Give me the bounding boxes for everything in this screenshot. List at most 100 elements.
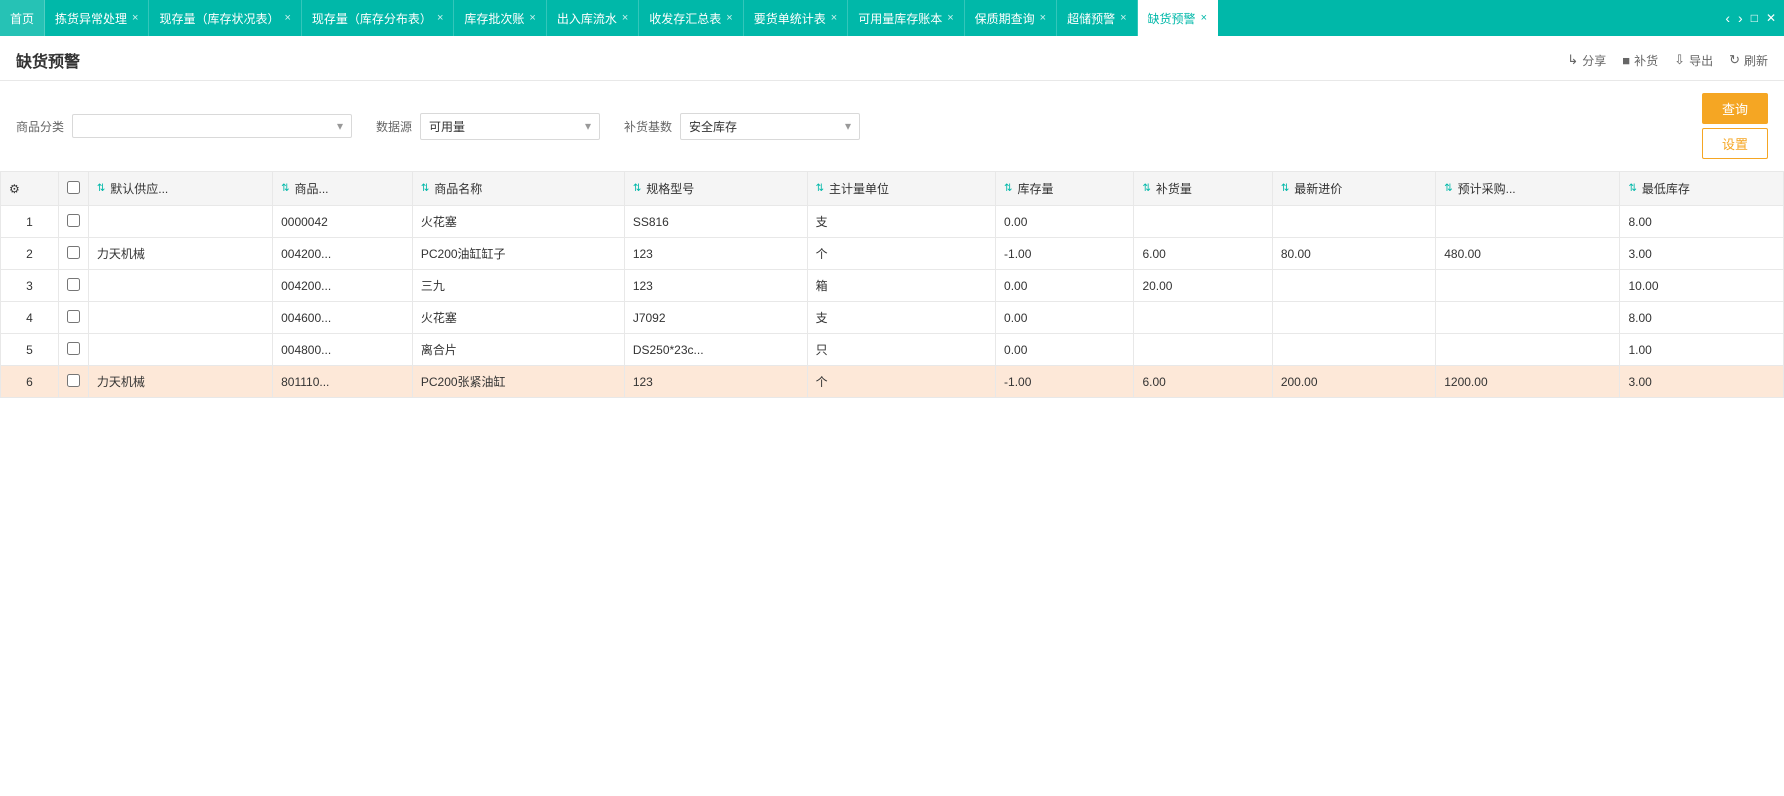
- tab-available[interactable]: 可用量库存账本 ×: [848, 0, 964, 36]
- row-checkbox-4[interactable]: [58, 302, 88, 334]
- row-unit-3: 箱: [807, 270, 995, 302]
- row-supplier-3: [88, 270, 272, 302]
- sort-icon-replenish-qty: ⇅: [1142, 183, 1150, 194]
- row-replenish-qty-2: 6.00: [1134, 238, 1272, 270]
- row-latest-price-6: 200.00: [1272, 366, 1435, 398]
- th-checkbox[interactable]: [58, 172, 88, 206]
- th-product-name[interactable]: ⇅ 商品名称: [412, 172, 624, 206]
- tab-close-requisition[interactable]: ×: [831, 12, 837, 24]
- tab-batch-account[interactable]: 库存批次账 ×: [454, 0, 546, 36]
- row-stock-5: 0.00: [996, 334, 1134, 366]
- row-min-stock-1: 8.00: [1620, 206, 1784, 238]
- tab-close-picking[interactable]: ×: [132, 12, 138, 24]
- tab-close-available[interactable]: ×: [947, 12, 953, 24]
- tab-close-shortage[interactable]: ×: [1201, 12, 1207, 24]
- query-button[interactable]: 查询: [1702, 93, 1768, 124]
- tab-close-inout-flow[interactable]: ×: [622, 12, 628, 24]
- tab-restore-icon[interactable]: □: [1747, 11, 1762, 25]
- tab-prev-icon[interactable]: ‹: [1721, 10, 1734, 26]
- gear-icon: ⚙: [9, 182, 20, 196]
- row-min-stock-3: 10.00: [1620, 270, 1784, 302]
- table-row: 1 0000042 火花塞 SS816 支 0.00 8.00: [1, 206, 1784, 238]
- row-replenish-qty-1: [1134, 206, 1272, 238]
- tab-home[interactable]: 首页: [0, 0, 45, 36]
- tab-close-inventory-status[interactable]: ×: [284, 12, 290, 24]
- row-product-code-6: 801110...: [273, 366, 413, 398]
- row-replenish-qty-4: [1134, 302, 1272, 334]
- row-product-name-4: 火花塞: [412, 302, 624, 334]
- row-checkbox-1[interactable]: [58, 206, 88, 238]
- tab-inventory-dist[interactable]: 现存量（库存分布表） ×: [302, 0, 454, 36]
- data-table: ⚙ ⇅ 默认供应... ⇅ 商品...: [0, 171, 1784, 398]
- row-supplier-6: 力天机械: [88, 366, 272, 398]
- row-latest-price-3: [1272, 270, 1435, 302]
- replenish-base-filter-group: 补货基数 安全库存 ▾: [624, 113, 860, 140]
- th-latest-price[interactable]: ⇅ 最新进价: [1272, 172, 1435, 206]
- row-checkbox-2[interactable]: [58, 238, 88, 270]
- datasource-filter-group: 数据源 可用量 ▾: [376, 113, 600, 140]
- tab-close-summary[interactable]: ×: [726, 12, 732, 24]
- row-spec-4: J7092: [624, 302, 807, 334]
- row-stock-4: 0.00: [996, 302, 1134, 334]
- export-button[interactable]: ⇩ 导出: [1674, 52, 1713, 69]
- row-estimated-purchase-5: [1436, 334, 1620, 366]
- th-min-stock[interactable]: ⇅ 最低库存: [1620, 172, 1784, 206]
- tab-close-overstock[interactable]: ×: [1120, 12, 1126, 24]
- tab-close-batch-account[interactable]: ×: [529, 12, 535, 24]
- th-gear[interactable]: ⚙: [1, 172, 59, 206]
- tab-close-all-icon[interactable]: ✕: [1762, 11, 1780, 25]
- replenish-icon: ■: [1622, 53, 1630, 68]
- tab-picking[interactable]: 拣货异常处理 ×: [45, 0, 149, 36]
- th-product-code[interactable]: ⇅ 商品...: [273, 172, 413, 206]
- category-filter-group: 商品分类 ▾: [16, 114, 352, 138]
- row-estimated-purchase-3: [1436, 270, 1620, 302]
- table-row: 4 004600... 火花塞 J7092 支 0.00 8.00: [1, 302, 1784, 334]
- row-replenish-qty-5: [1134, 334, 1272, 366]
- row-estimated-purchase-1: [1436, 206, 1620, 238]
- row-latest-price-2: 80.00: [1272, 238, 1435, 270]
- replenish-base-select[interactable]: 安全库存 ▾: [680, 113, 860, 140]
- row-spec-2: 123: [624, 238, 807, 270]
- row-checkbox-3[interactable]: [58, 270, 88, 302]
- row-checkbox-6[interactable]: [58, 366, 88, 398]
- tab-expiry[interactable]: 保质期查询 ×: [965, 0, 1057, 36]
- tab-inout-flow[interactable]: 出入库流水 ×: [547, 0, 639, 36]
- row-product-code-2: 004200...: [273, 238, 413, 270]
- sort-icon-spec: ⇅: [633, 183, 641, 194]
- th-spec[interactable]: ⇅ 规格型号: [624, 172, 807, 206]
- row-spec-1: SS816: [624, 206, 807, 238]
- tab-close-inventory-dist[interactable]: ×: [437, 12, 443, 24]
- th-estimated-purchase[interactable]: ⇅ 预计采购...: [1436, 172, 1620, 206]
- row-latest-price-5: [1272, 334, 1435, 366]
- select-all-checkbox[interactable]: [67, 181, 80, 194]
- th-replenish-qty[interactable]: ⇅ 补货量: [1134, 172, 1272, 206]
- tab-shortage[interactable]: 缺货预警 ×: [1138, 0, 1218, 36]
- sort-icon-min-stock: ⇅: [1628, 183, 1636, 194]
- table-row: 5 004800... 离合片 DS250*23c... 只 0.00 1.00: [1, 334, 1784, 366]
- page-header: 缺货预警 ↳ 分享 ■ 补货 ⇩ 导出 ↻ 刷新: [0, 36, 1784, 81]
- setting-button[interactable]: 设置: [1702, 128, 1768, 159]
- tab-summary[interactable]: 收发存汇总表 ×: [639, 0, 743, 36]
- tab-next-icon[interactable]: ›: [1734, 10, 1747, 26]
- tab-bar: 首页 拣货异常处理 × 现存量（库存状况表） × 现存量（库存分布表） × 库存…: [0, 0, 1784, 36]
- datasource-value: 可用量: [429, 118, 465, 135]
- table-row: 2 力天机械 004200... PC200油缸缸子 123 个 -1.00 6…: [1, 238, 1784, 270]
- row-spec-3: 123: [624, 270, 807, 302]
- tab-nav-buttons: ‹ › □ ✕: [1717, 10, 1784, 26]
- refresh-button[interactable]: ↻ 刷新: [1729, 52, 1768, 69]
- row-unit-1: 支: [807, 206, 995, 238]
- th-stock[interactable]: ⇅ 库存量: [996, 172, 1134, 206]
- th-unit[interactable]: ⇅ 主计量单位: [807, 172, 995, 206]
- tab-requisition[interactable]: 要货单统计表 ×: [744, 0, 848, 36]
- row-min-stock-2: 3.00: [1620, 238, 1784, 270]
- row-replenish-qty-3: 20.00: [1134, 270, 1272, 302]
- th-supplier[interactable]: ⇅ 默认供应...: [88, 172, 272, 206]
- replenish-button[interactable]: ■ 补货: [1622, 52, 1658, 69]
- tab-inventory-status[interactable]: 现存量（库存状况表） ×: [149, 0, 301, 36]
- share-button[interactable]: ↳ 分享: [1567, 52, 1606, 69]
- tab-close-expiry[interactable]: ×: [1040, 12, 1046, 24]
- tab-overstock[interactable]: 超储预警 ×: [1057, 0, 1137, 36]
- row-checkbox-5[interactable]: [58, 334, 88, 366]
- category-select[interactable]: ▾: [72, 114, 352, 138]
- datasource-select[interactable]: 可用量 ▾: [420, 113, 600, 140]
